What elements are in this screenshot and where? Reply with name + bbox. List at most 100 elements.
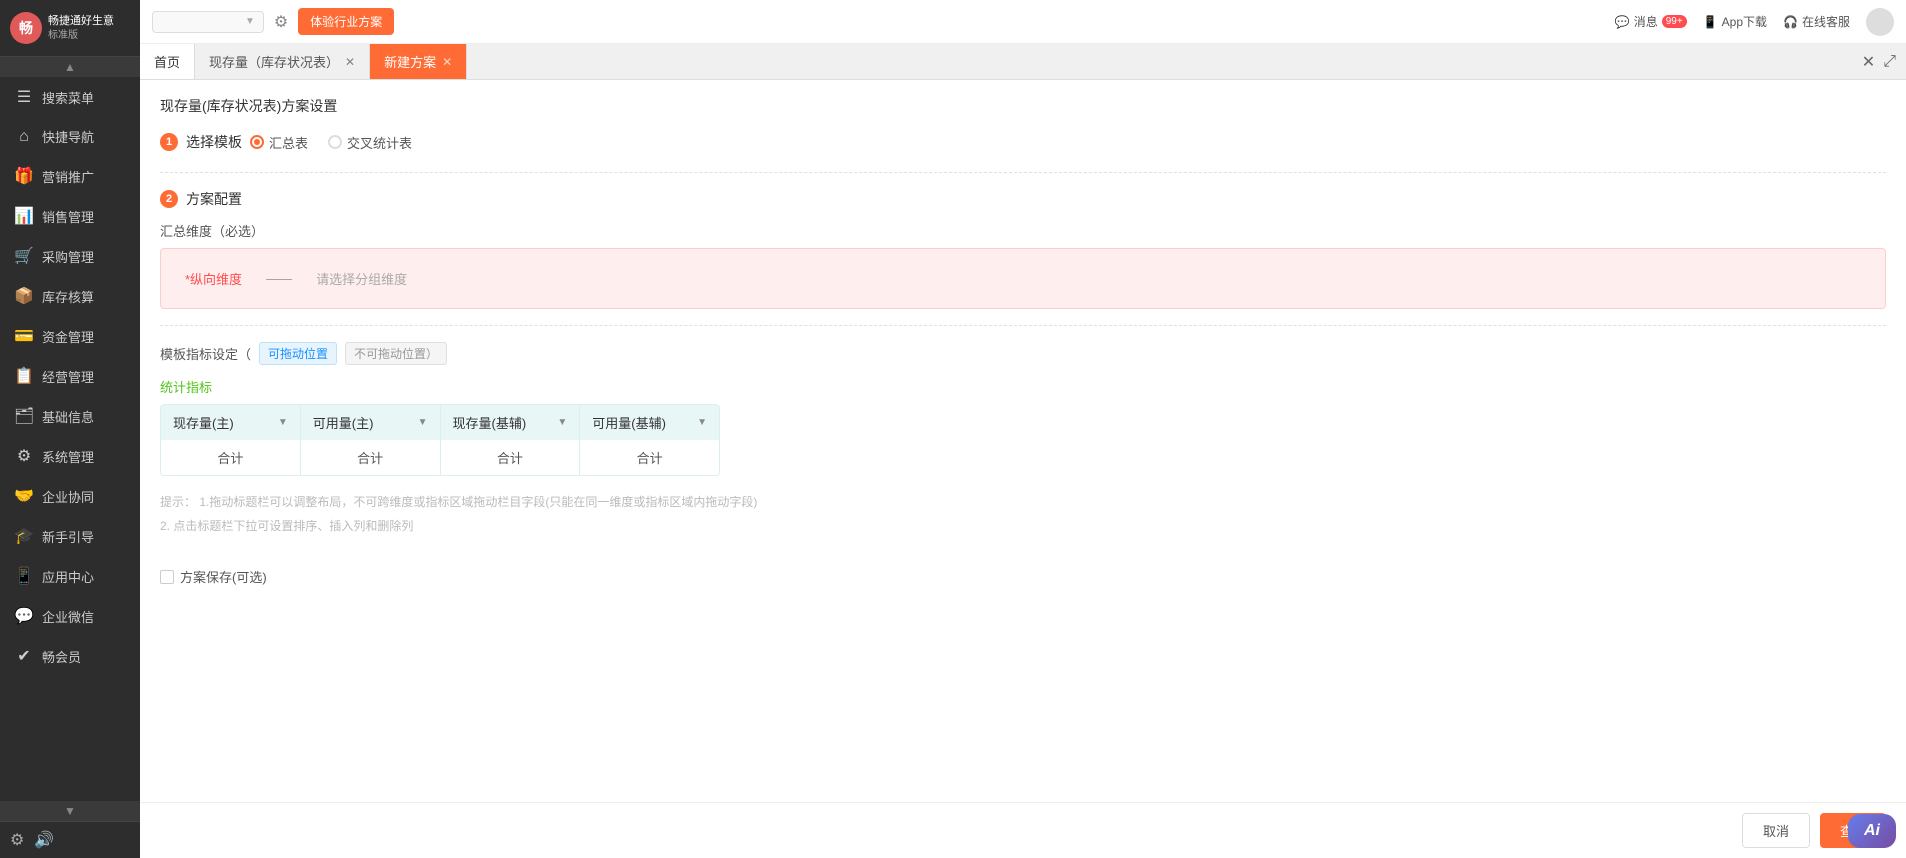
tab-inventory-label: 现存量（库存状况表） (209, 52, 339, 71)
sidebar-item-label: 营销推广 (42, 167, 94, 186)
user-avatar[interactable] (1866, 8, 1894, 36)
stats-col-0-chevron: ▼ (278, 417, 288, 428)
radio-crosstab-dot (328, 135, 342, 149)
ai-badge[interactable]: Ai (1848, 814, 1896, 848)
sidebar-item-quick-nav[interactable]: ⌂ 快捷导航 (0, 117, 140, 156)
sidebar-item-basics[interactable]: 🗂 基础信息 (0, 396, 140, 436)
topbar-right: 💬 消息 99+ 📱 App下载 🎧 在线客服 (1615, 8, 1894, 36)
sidebar-item-search-menu[interactable]: ☰ 搜索菜单 (0, 77, 140, 117)
message-badge: 99+ (1662, 15, 1687, 28)
stats-section-label: 统计指标 (160, 377, 1886, 396)
save-option: 方案保存(可选) (160, 567, 1886, 586)
sidebar-item-sales[interactable]: 📊 销售管理 (0, 196, 140, 236)
sidebar-item-label: 基础信息 (42, 407, 94, 426)
stats-col-2[interactable]: 现存量(基辅) ▼ (441, 405, 581, 440)
sidebar-item-wechat[interactable]: 💬 企业微信 (0, 596, 140, 636)
member-icon: ✔ (14, 646, 34, 666)
vertical-field-label: *纵向维度 (185, 269, 242, 288)
dimension-line: —— (266, 271, 292, 286)
sidebar-settings-icon[interactable]: ⚙ (10, 830, 24, 850)
search-menu-icon: ☰ (14, 87, 34, 107)
sidebar-item-finance[interactable]: 💳 资金管理 (0, 316, 140, 356)
sidebar-item-inventory[interactable]: 📦 库存核算 (0, 276, 140, 316)
sidebar-item-appstore[interactable]: 📱 应用中心 (0, 556, 140, 596)
template-radio-group: 汇总表 交叉统计表 (250, 133, 412, 152)
basics-icon: 🗂 (14, 406, 34, 426)
enterprise-icon: 🤝 (14, 486, 34, 506)
sidebar-item-operations[interactable]: 📋 经营管理 (0, 356, 140, 396)
search-input[interactable] (161, 15, 241, 29)
stats-table-header: 现存量(主) ▼ 可用量(主) ▼ 现存量(基辅) ▼ 可用量(基辅) (161, 405, 719, 440)
section-2: 2 方案配置 汇总维度（必选） *纵向维度 —— 请选择分组维度 模板指标设定（… (160, 189, 1886, 537)
stats-col-3[interactable]: 可用量(基辅) ▼ (580, 405, 719, 440)
sidebar-item-label: 搜索菜单 (42, 88, 94, 107)
page-footer: 取消 查询 (140, 802, 1906, 858)
sidebar-nav: ☰ 搜索菜单 ⌂ 快捷导航 🎁 营销推广 📊 销售管理 🛒 采购管理 📦 库存核… (0, 77, 140, 801)
section-1-number: 1 (160, 133, 178, 151)
sidebar-item-label: 库存核算 (42, 287, 94, 306)
sidebar-scroll-down[interactable]: ▼ (0, 801, 140, 821)
purchase-icon: 🛒 (14, 246, 34, 266)
dimension-box[interactable]: *纵向维度 —— 请选择分组维度 (160, 248, 1886, 309)
service-item[interactable]: 🎧 在线客服 (1783, 13, 1850, 30)
sidebar-item-label: 畅会员 (42, 647, 81, 666)
stats-table: 现存量(主) ▼ 可用量(主) ▼ 现存量(基辅) ▼ 可用量(基辅) (160, 404, 720, 476)
main-area: ▼ ⚙ 体验行业方案 💬 消息 99+ 📱 App下载 🎧 在线客服 首页 (140, 0, 1906, 858)
inventory-icon: 📦 (14, 286, 34, 306)
tab-home[interactable]: 首页 (140, 44, 195, 79)
app-download-item[interactable]: 📱 App下载 (1703, 13, 1767, 30)
tab-close-all-icon[interactable]: ✕ (1862, 52, 1875, 72)
page-content: 现存量(库存状况表)方案设置 1 选择模板 汇总表 交叉统计表 (140, 80, 1906, 858)
operations-icon: 📋 (14, 366, 34, 386)
radio-summary-dot (250, 135, 264, 149)
sidebar-item-purchase[interactable]: 🛒 采购管理 (0, 236, 140, 276)
section-2-number: 2 (160, 190, 178, 208)
sidebar-item-label: 经营管理 (42, 367, 94, 386)
topbar-settings-icon[interactable]: ⚙ (274, 12, 288, 32)
radio-crosstab[interactable]: 交叉统计表 (328, 133, 412, 152)
stats-cell-0: 合计 (161, 440, 301, 475)
sidebar-item-enterprise[interactable]: 🤝 企业协同 (0, 476, 140, 516)
cancel-button[interactable]: 取消 (1742, 813, 1810, 848)
stats-col-2-chevron: ▼ (557, 417, 567, 428)
section-1-header: 1 选择模板 汇总表 交叉统计表 (160, 132, 1886, 152)
radio-summary[interactable]: 汇总表 (250, 133, 308, 152)
trial-button[interactable]: 体验行业方案 (298, 8, 394, 35)
stats-col-0-label: 现存量(主) (173, 413, 234, 432)
tab-expand-icon[interactable]: ⤢ (1883, 53, 1896, 71)
tab-new-plan[interactable]: 新建方案 ✕ (370, 44, 467, 79)
app-label: App下载 (1722, 13, 1767, 30)
stats-col-1[interactable]: 可用量(主) ▼ (301, 405, 441, 440)
system-icon: ⚙ (14, 446, 34, 466)
sidebar-item-label: 资金管理 (42, 327, 94, 346)
section-1-title: 选择模板 (186, 132, 242, 152)
stats-col-0[interactable]: 现存量(主) ▼ (161, 405, 301, 440)
tab-new-plan-close[interactable]: ✕ (442, 55, 452, 69)
tab-inventory-status[interactable]: 现存量（库存状况表） ✕ (195, 44, 370, 79)
divider-1 (160, 172, 1886, 173)
topbar-search-box: ▼ (152, 11, 264, 33)
radio-crosstab-label: 交叉统计表 (347, 133, 412, 152)
stats-col-2-label: 现存量(基辅) (453, 413, 527, 432)
service-icon: 🎧 (1783, 15, 1798, 29)
tab-inventory-close[interactable]: ✕ (345, 55, 355, 69)
sidebar-item-label: 新手引导 (42, 527, 94, 546)
tabbar-right-actions: ✕ ⤢ (1862, 52, 1906, 72)
sidebar-scroll-up[interactable]: ▲ (0, 57, 140, 77)
appstore-icon: 📱 (14, 566, 34, 586)
app-icon: 📱 (1703, 15, 1718, 29)
search-dropdown-icon[interactable]: ▼ (245, 16, 255, 27)
tab-new-plan-label: 新建方案 (384, 52, 436, 71)
sidebar-item-label: 销售管理 (42, 207, 94, 226)
message-item[interactable]: 💬 消息 99+ (1615, 13, 1687, 30)
marketing-icon: 🎁 (14, 166, 34, 186)
sidebar-item-system[interactable]: ⚙ 系统管理 (0, 436, 140, 476)
sidebar-sound-icon[interactable]: 🔊 (34, 830, 54, 850)
sidebar-item-label: 企业微信 (42, 607, 94, 626)
save-checkbox[interactable] (160, 570, 174, 584)
tips-section: 提示： 1.拖动标题栏可以调整布局，不可跨维度或指标区域拖动栏目字段(只能在同一… (160, 492, 1886, 537)
sidebar-item-member[interactable]: ✔ 畅会员 (0, 636, 140, 676)
indicator-settings: 模板指标设定（ 可拖动位置 不可拖动位置） 统计指标 现存量(主) ▼ 可用量(… (160, 342, 1886, 476)
sidebar-item-newbie[interactable]: 🎓 新手引导 (0, 516, 140, 556)
sidebar-item-marketing[interactable]: 🎁 营销推广 (0, 156, 140, 196)
